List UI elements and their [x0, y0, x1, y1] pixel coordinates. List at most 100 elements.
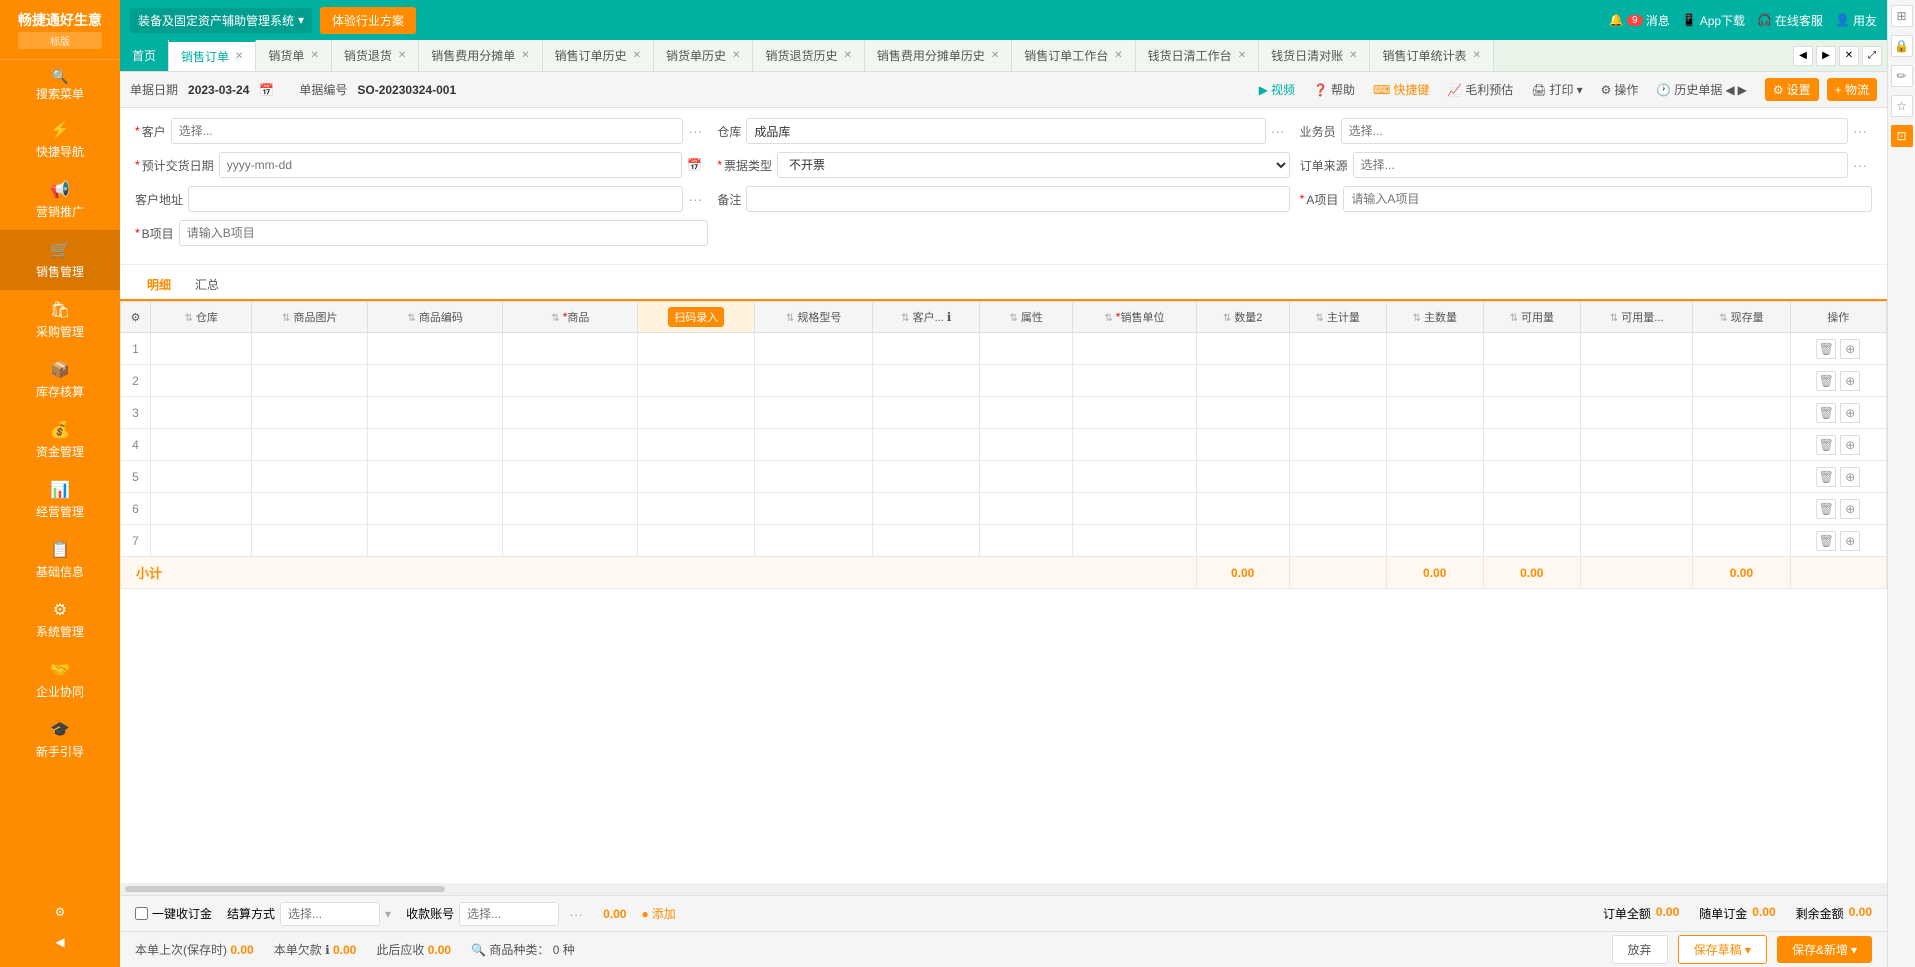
order-source-more-btn[interactable]: ··· — [1848, 157, 1872, 173]
salesperson-more-btn[interactable]: ··· — [1848, 123, 1872, 139]
tab-sales-order-close[interactable]: ✕ — [235, 51, 243, 62]
col-img-header[interactable]: ⇅ 商品图片 — [252, 302, 368, 333]
tab-fullscreen-btn[interactable]: ⤢ — [1862, 46, 1882, 66]
save-new-button[interactable]: 保存&新增 ▾ — [1777, 936, 1872, 963]
settle-method-input[interactable] — [280, 902, 380, 926]
row-main-qty[interactable] — [1386, 333, 1483, 365]
tab-close[interactable]: ✕ — [1238, 50, 1246, 61]
calendar-icon[interactable]: 📅 — [259, 83, 274, 97]
tab-return-history[interactable]: 销货退货历史 ✕ — [753, 40, 864, 72]
row-delete-btn[interactable]: 🗑 — [1816, 403, 1836, 423]
row-warehouse[interactable] — [151, 493, 252, 525]
row-main-qty[interactable] — [1386, 493, 1483, 525]
invoice-type-select[interactable]: 不开票 增值税普通发票 增值税专用发票 — [777, 152, 1290, 178]
tab-close[interactable]: ✕ — [1114, 50, 1122, 61]
b-project-input[interactable] — [179, 220, 709, 246]
row-main-qty[interactable] — [1386, 461, 1483, 493]
tab-sales-history[interactable]: 销售订单历史 ✕ — [543, 40, 654, 72]
row-cust[interactable] — [873, 365, 980, 397]
tab-detail[interactable]: 明细 — [135, 270, 183, 301]
tab-close[interactable]: ✕ — [843, 50, 851, 61]
sidebar-item-finance[interactable]: 💰 资金管理 — [0, 410, 120, 470]
row-goods[interactable] — [503, 461, 638, 493]
sidebar-item-sales[interactable]: 🛒 销售管理 — [0, 230, 120, 290]
row-spec[interactable] — [755, 397, 873, 429]
right-panel-btn-1[interactable]: ⊞ — [1891, 5, 1913, 27]
row-qty2[interactable] — [1196, 461, 1289, 493]
row-warehouse[interactable] — [151, 365, 252, 397]
address-more-btn[interactable]: ··· — [683, 191, 707, 207]
notes-input[interactable] — [746, 186, 1289, 212]
receipt-more-btn[interactable]: ··· — [564, 906, 588, 922]
sidebar-item-basic[interactable]: 📋 基础信息 — [0, 530, 120, 590]
tab-invoice-history[interactable]: 销货单历史 ✕ — [654, 40, 753, 72]
view-btn[interactable]: ▶ 视频 — [1254, 79, 1300, 100]
row-main-qty[interactable] — [1386, 429, 1483, 461]
row-delete-btn[interactable]: 🗑 — [1816, 339, 1836, 359]
horizontal-scrollbar[interactable] — [125, 886, 445, 892]
row-main-unit[interactable] — [1289, 429, 1386, 461]
online-support-btn[interactable]: 🎧 在线客服 — [1757, 12, 1823, 29]
row-qty2[interactable] — [1196, 493, 1289, 525]
row-attr[interactable] — [980, 365, 1073, 397]
row-goods[interactable] — [503, 493, 638, 525]
shortcut-btn[interactable]: ⌨ 快捷键 — [1368, 79, 1434, 100]
app-download-btn[interactable]: 📱 App下载 — [1682, 12, 1745, 29]
row-goods[interactable] — [503, 429, 638, 461]
col-code-header[interactable]: ⇅ 商品编码 — [368, 302, 503, 333]
row-qty2[interactable] — [1196, 333, 1289, 365]
row-unit[interactable] — [1073, 461, 1197, 493]
right-panel-btn-5[interactable]: ⊡ — [1891, 125, 1913, 147]
a-project-input[interactable] — [1343, 186, 1872, 212]
row-delete-btn[interactable]: 🗑 — [1816, 371, 1836, 391]
operations-btn[interactable]: ⚙ 操作 — [1596, 79, 1644, 100]
salesperson-input[interactable] — [1341, 118, 1848, 144]
row-qty2[interactable] — [1196, 525, 1289, 557]
col-scan-header[interactable]: 扫码录入 — [638, 302, 755, 333]
sidebar-settings-btn[interactable]: ⚙ — [0, 897, 120, 927]
tab-close-all-btn[interactable]: ✕ — [1839, 46, 1859, 66]
row-attr[interactable] — [980, 525, 1073, 557]
tab-close[interactable]: ✕ — [991, 50, 999, 61]
row-goods[interactable] — [503, 365, 638, 397]
row-code[interactable] — [368, 397, 503, 429]
customer-input[interactable] — [171, 118, 684, 144]
row-warehouse[interactable] — [151, 397, 252, 429]
row-attr[interactable] — [980, 429, 1073, 461]
row-unit[interactable] — [1073, 333, 1197, 365]
row-cust[interactable] — [873, 493, 980, 525]
sidebar-item-enterprise[interactable]: 🤝 企业协同 — [0, 650, 120, 710]
sidebar-collapse-btn[interactable]: ◀ — [0, 927, 120, 957]
print-btn[interactable]: 🖨 打印 ▾ — [1526, 79, 1587, 100]
row-cust[interactable] — [873, 429, 980, 461]
tab-sales-cost[interactable]: 销售费用分摊单 ✕ — [419, 40, 542, 72]
row-warehouse[interactable] — [151, 525, 252, 557]
row-copy-btn[interactable]: ⊕ — [1840, 499, 1860, 519]
search-menu[interactable]: 🔍 搜索菜单 — [0, 60, 120, 110]
sidebar-item-purchase[interactable]: 🛍 采购管理 — [0, 290, 120, 350]
logistics-add-btn[interactable]: + 物流 — [1827, 78, 1877, 101]
tab-home[interactable]: 首页 — [120, 40, 169, 72]
row-warehouse[interactable] — [151, 333, 252, 365]
tab-prev-btn[interactable]: ◀ — [1793, 46, 1813, 66]
history-btn[interactable]: 🕐 历史单据 ◀ ▶ — [1651, 79, 1751, 100]
help-btn[interactable]: ❓ 帮助 — [1308, 79, 1360, 100]
settle-dropdown-icon[interactable]: ▾ — [385, 907, 391, 921]
row-unit[interactable] — [1073, 429, 1197, 461]
save-draft-button[interactable]: 保存草稿 ▾ — [1678, 935, 1767, 964]
row-copy-btn[interactable]: ⊕ — [1840, 467, 1860, 487]
col-spec-header[interactable]: ⇅ 规格型号 — [755, 302, 873, 333]
col-gear-header[interactable]: ⚙ — [121, 302, 151, 333]
row-attr[interactable] — [980, 333, 1073, 365]
tab-sales-order[interactable]: 销售订单 ✕ — [169, 40, 256, 72]
row-cust[interactable] — [873, 333, 980, 365]
row-warehouse[interactable] — [151, 429, 252, 461]
sidebar-item-system[interactable]: ⚙ 系统管理 — [0, 590, 120, 650]
row-delete-btn[interactable]: 🗑 — [1816, 435, 1836, 455]
row-delete-btn[interactable]: 🗑 — [1816, 531, 1836, 551]
row-code[interactable] — [368, 365, 503, 397]
order-source-input[interactable] — [1353, 152, 1848, 178]
tab-next-btn[interactable]: ▶ — [1816, 46, 1836, 66]
row-unit[interactable] — [1073, 365, 1197, 397]
row-main-unit[interactable] — [1289, 397, 1386, 429]
